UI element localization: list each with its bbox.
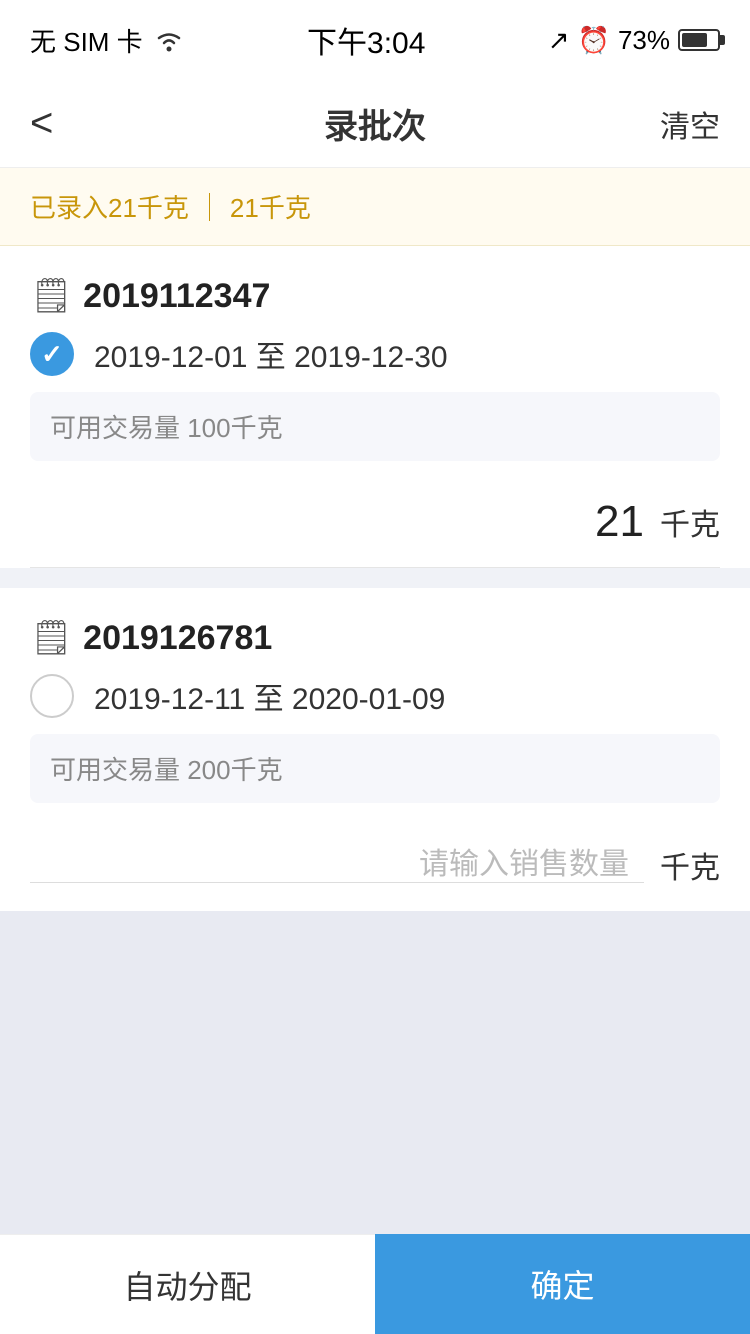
available-text-1: 可用交易量 100千克 bbox=[50, 413, 283, 443]
batch-date-2: 2019-12-11 至 2020-01-09 bbox=[94, 674, 445, 718]
status-time: 下午3:04 bbox=[307, 18, 425, 62]
status-bar: 无 SIM 卡 下午3:04 ↗ ⏰ 73% bbox=[0, 0, 750, 80]
batch-card-2: 🗒 2019126781 2019-12-11 至 2020-01-09 可用交… bbox=[0, 588, 750, 911]
footer: 自动分配 确定 bbox=[0, 1234, 750, 1334]
status-right: ↗ ⏰ 73% bbox=[548, 25, 720, 56]
wifi-icon bbox=[153, 28, 185, 52]
nav-bar: < 录批次 清空 bbox=[0, 80, 750, 168]
input-unit-2: 千克 bbox=[660, 843, 720, 887]
recorded-amount-label: 已录入21千克 bbox=[30, 188, 189, 225]
amount-unit-1: 千克 bbox=[660, 500, 720, 544]
batch-id-1: 2019112347 bbox=[83, 277, 270, 316]
qty-input-2[interactable] bbox=[258, 848, 644, 882]
batch-date-1: 2019-12-01 至 2019-12-30 bbox=[94, 332, 448, 376]
info-banner: 已录入21千克 21千克 bbox=[0, 168, 750, 246]
battery-percent: 73% bbox=[618, 25, 670, 56]
available-box-2: 可用交易量 200千克 bbox=[30, 734, 720, 803]
doc-icon-2: 🗒 bbox=[30, 618, 73, 658]
doc-icon-1: 🗒 bbox=[30, 276, 73, 316]
radio-2[interactable] bbox=[30, 674, 74, 718]
clear-button[interactable]: 清空 bbox=[660, 102, 720, 146]
input-row-2: 千克 bbox=[30, 823, 720, 911]
amount-row-1: 21 千克 bbox=[30, 481, 720, 568]
batch-header-2: 🗒 2019126781 bbox=[30, 618, 720, 658]
batch-row-1: 2019-12-01 至 2019-12-30 bbox=[30, 332, 720, 376]
amount-value-1: 21 bbox=[595, 497, 644, 547]
status-left: 无 SIM 卡 bbox=[30, 22, 185, 59]
batch-row-2: 2019-12-11 至 2020-01-09 bbox=[30, 674, 720, 718]
batch-header-1: 🗒 2019112347 bbox=[30, 276, 720, 316]
auto-distribute-button[interactable]: 自动分配 bbox=[0, 1234, 375, 1334]
battery-icon bbox=[678, 29, 720, 51]
confirm-button[interactable]: 确定 bbox=[375, 1234, 750, 1334]
recorded-amount-value: 21千克 bbox=[230, 188, 311, 225]
alarm-icon: ⏰ bbox=[578, 25, 610, 56]
available-text-2: 可用交易量 200千克 bbox=[50, 755, 283, 785]
banner-divider bbox=[209, 193, 210, 221]
page-title: 录批次 bbox=[324, 99, 426, 148]
radio-1[interactable] bbox=[30, 332, 74, 376]
carrier-label: 无 SIM 卡 bbox=[30, 22, 143, 59]
qty-input-container[interactable] bbox=[30, 848, 644, 883]
batch-id-2: 2019126781 bbox=[83, 619, 272, 658]
back-button[interactable]: < bbox=[30, 101, 90, 146]
section-separator-1 bbox=[0, 568, 750, 588]
available-box-1: 可用交易量 100千克 bbox=[30, 392, 720, 461]
location-icon: ↗ bbox=[548, 25, 570, 56]
batch-card-1: 🗒 2019112347 2019-12-01 至 2019-12-30 可用交… bbox=[0, 246, 750, 568]
